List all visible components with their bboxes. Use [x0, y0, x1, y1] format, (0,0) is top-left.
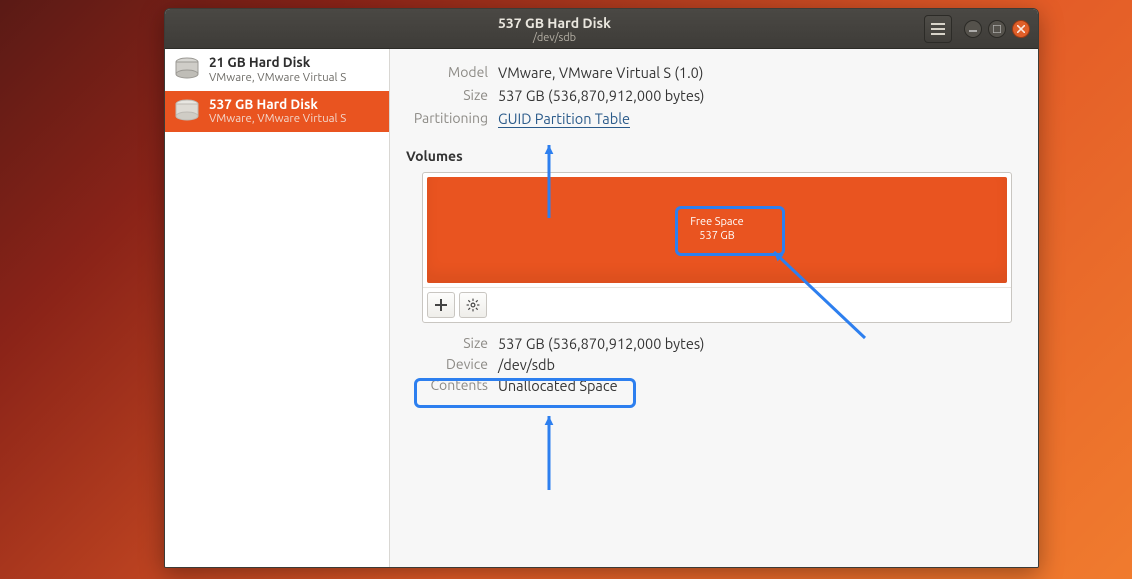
- partitioning-link[interactable]: GUID Partition Table: [498, 110, 630, 128]
- window-subtitle: /dev/sdb: [185, 32, 924, 45]
- disk-list-item-1[interactable]: 537 GB Hard Disk VMware, VMware Virtual …: [165, 91, 389, 133]
- volume-settings-button[interactable]: [459, 292, 487, 318]
- volume-block-name: Free Space: [690, 216, 743, 228]
- app-window: 537 GB Hard Disk /dev/sdb: [164, 8, 1039, 568]
- label-size: Size: [406, 87, 498, 103]
- volume-block-label: Free Space 537 GB: [690, 216, 743, 244]
- disk-item-title: 21 GB Hard Disk: [209, 55, 346, 71]
- window-controls: [964, 20, 1030, 38]
- label-partitioning: Partitioning: [406, 110, 498, 126]
- gear-icon: [466, 298, 480, 312]
- maximize-icon: [993, 25, 1001, 33]
- hamburger-menu-button[interactable]: [924, 15, 952, 43]
- titlebar-right: [924, 15, 1038, 43]
- minimize-icon: [969, 25, 977, 33]
- maximize-button[interactable]: [988, 20, 1006, 38]
- volumes-toolbar: [423, 287, 1011, 322]
- disk-item-title: 537 GB Hard Disk: [209, 97, 346, 113]
- value-vol-size: 537 GB (536,870,912,000 bytes): [498, 335, 704, 352]
- disk-list-item-0[interactable]: 21 GB Hard Disk VMware, VMware Virtual S: [165, 49, 389, 91]
- disk-list-sidebar: 21 GB Hard Disk VMware, VMware Virtual S…: [165, 49, 390, 567]
- minimize-button[interactable]: [964, 20, 982, 38]
- volume-details: Size 537 GB (536,870,912,000 bytes) Devi…: [406, 333, 1014, 396]
- close-button[interactable]: [1012, 20, 1030, 38]
- label-vol-device: Device: [406, 356, 498, 372]
- label-vol-contents: Contents: [406, 377, 498, 393]
- label-vol-size: Size: [406, 335, 498, 351]
- volume-block-size: 537 GB: [699, 230, 734, 242]
- volumes-area: Free Space 537 GB: [422, 172, 1012, 323]
- value-vol-contents: Unallocated Space: [498, 377, 618, 394]
- disk-info: Model VMware, VMware Virtual S (1.0) Siz…: [406, 61, 1014, 130]
- disk-item-subtitle: VMware, VMware Virtual S: [209, 112, 346, 125]
- window-title: 537 GB Hard Disk: [185, 15, 924, 31]
- label-model: Model: [406, 64, 498, 80]
- disk-item-subtitle: VMware, VMware Virtual S: [209, 71, 346, 84]
- hard-disk-icon: [173, 56, 201, 80]
- main-pane: Model VMware, VMware Virtual S (1.0) Siz…: [390, 49, 1038, 567]
- volume-block-free-space[interactable]: Free Space 537 GB: [427, 177, 1007, 283]
- close-icon: [1017, 25, 1025, 33]
- volumes-section-title: Volumes: [406, 148, 1014, 164]
- value-size: 537 GB (536,870,912,000 bytes): [498, 87, 704, 104]
- value-model: VMware, VMware Virtual S (1.0): [498, 64, 703, 81]
- create-partition-button[interactable]: [427, 292, 455, 318]
- titlebar: 537 GB Hard Disk /dev/sdb: [165, 9, 1038, 49]
- title-center: 537 GB Hard Disk /dev/sdb: [185, 12, 924, 45]
- hamburger-icon: [931, 23, 945, 35]
- hard-disk-icon: [173, 98, 201, 122]
- content-pane: 21 GB Hard Disk VMware, VMware Virtual S…: [165, 49, 1038, 567]
- value-vol-device: /dev/sdb: [498, 356, 555, 373]
- plus-icon: [435, 299, 447, 311]
